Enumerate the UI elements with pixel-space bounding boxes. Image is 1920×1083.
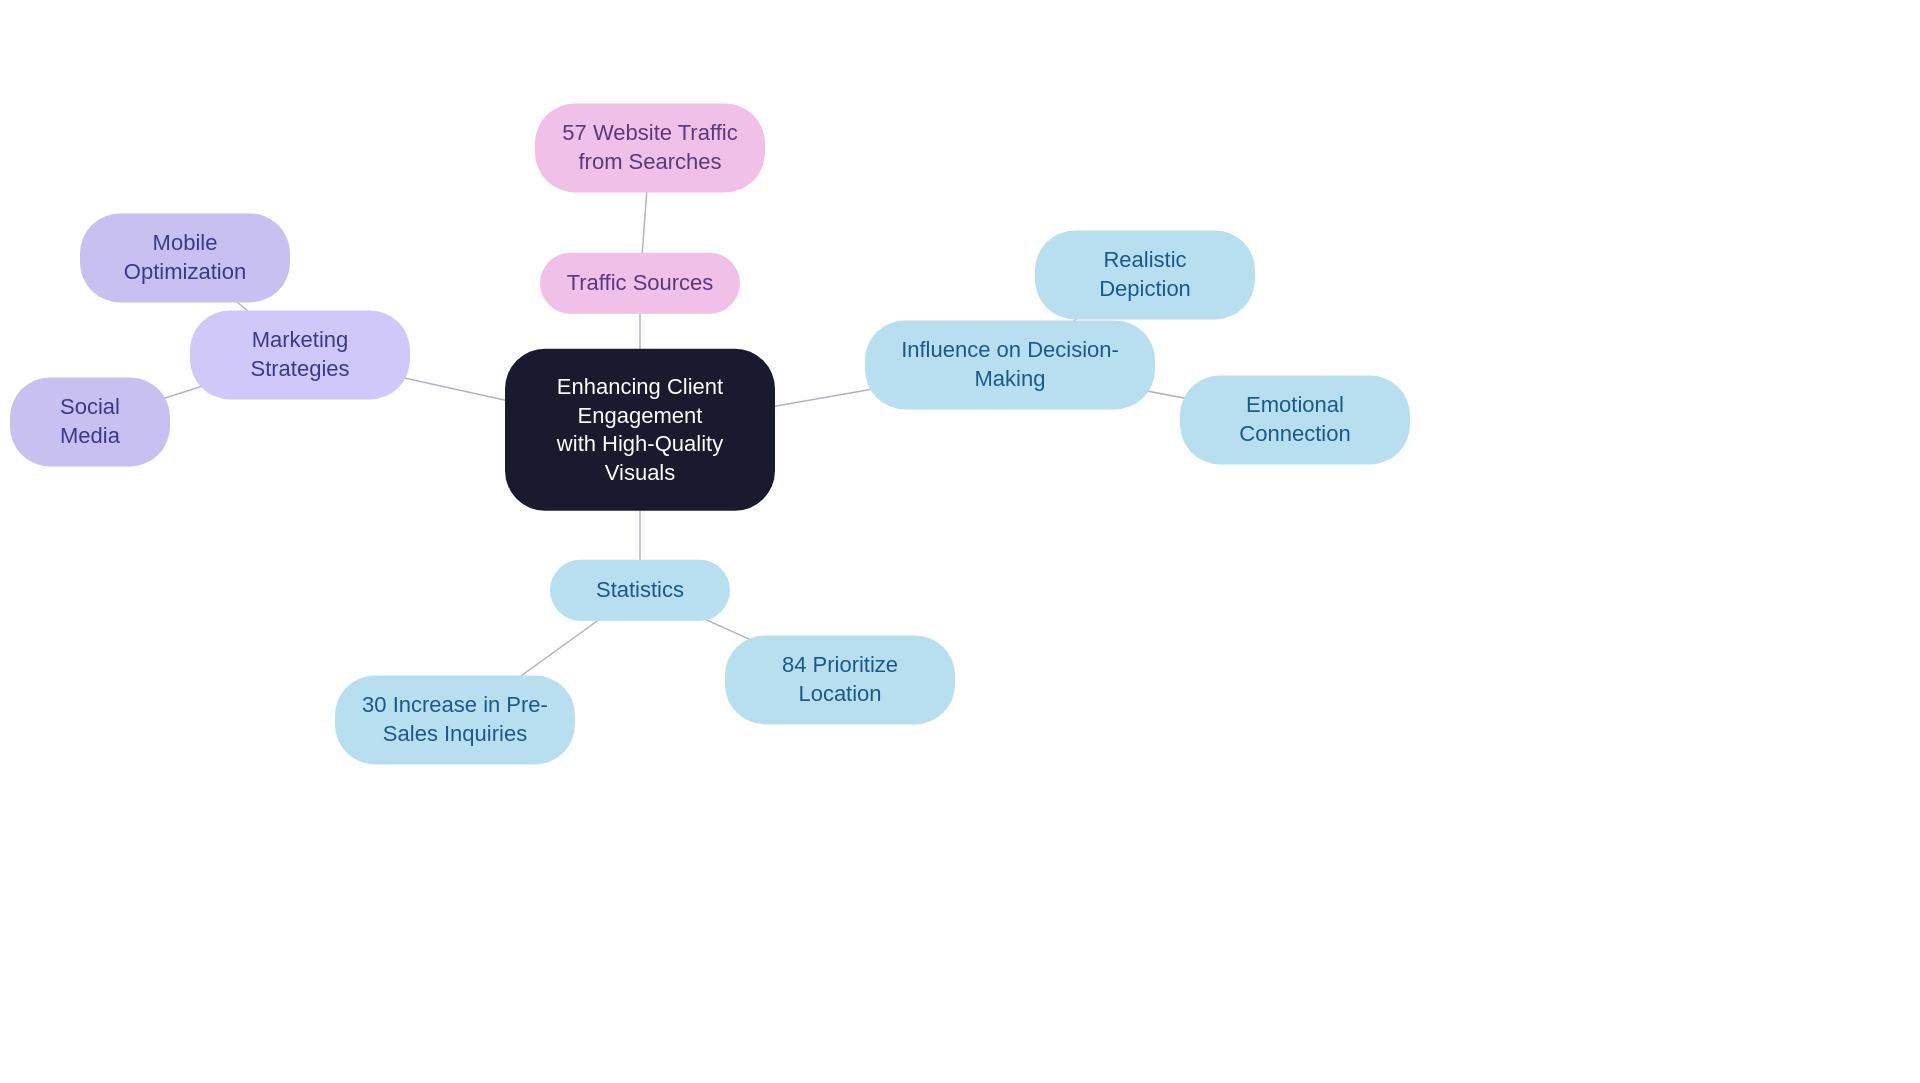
connections-svg (0, 0, 1920, 1083)
statistics-node[interactable]: Statistics (550, 560, 730, 621)
center-node[interactable]: Enhancing Client Engagement with High-Qu… (505, 349, 775, 511)
website-traffic-label: 57 Website Traffic from Searches (559, 119, 741, 176)
traffic-sources-label: Traffic Sources (567, 269, 714, 298)
statistics-label: Statistics (596, 576, 684, 605)
prioritize-location-node[interactable]: 84 Prioritize Location (725, 635, 955, 724)
realistic-depiction-node[interactable]: Realistic Depiction (1035, 230, 1255, 319)
mind-map: Enhancing Client Engagement with High-Qu… (0, 0, 1920, 1083)
website-traffic-node[interactable]: 57 Website Traffic from Searches (535, 103, 765, 192)
mobile-optimization-label: Mobile Optimization (104, 229, 266, 286)
traffic-sources-node[interactable]: Traffic Sources (540, 253, 740, 314)
marketing-strategies-label: Marketing Strategies (214, 326, 386, 383)
social-media-node[interactable]: Social Media (10, 377, 170, 466)
influence-decision-label: Influence on Decision-Making (889, 336, 1131, 393)
prioritize-location-label: 84 Prioritize Location (749, 651, 931, 708)
influence-decision-node[interactable]: Influence on Decision-Making (865, 320, 1155, 409)
emotional-connection-node[interactable]: Emotional Connection (1180, 375, 1410, 464)
emotional-connection-label: Emotional Connection (1204, 391, 1386, 448)
social-media-label: Social Media (34, 393, 146, 450)
realistic-depiction-label: Realistic Depiction (1059, 246, 1231, 303)
pre-sales-label: 30 Increase in Pre-Sales Inquiries (359, 691, 551, 748)
pre-sales-node[interactable]: 30 Increase in Pre-Sales Inquiries (335, 675, 575, 764)
mobile-optimization-node[interactable]: Mobile Optimization (80, 213, 290, 302)
center-node-label: Enhancing Client Engagement with High-Qu… (533, 373, 747, 487)
marketing-strategies-node[interactable]: Marketing Strategies (190, 310, 410, 399)
